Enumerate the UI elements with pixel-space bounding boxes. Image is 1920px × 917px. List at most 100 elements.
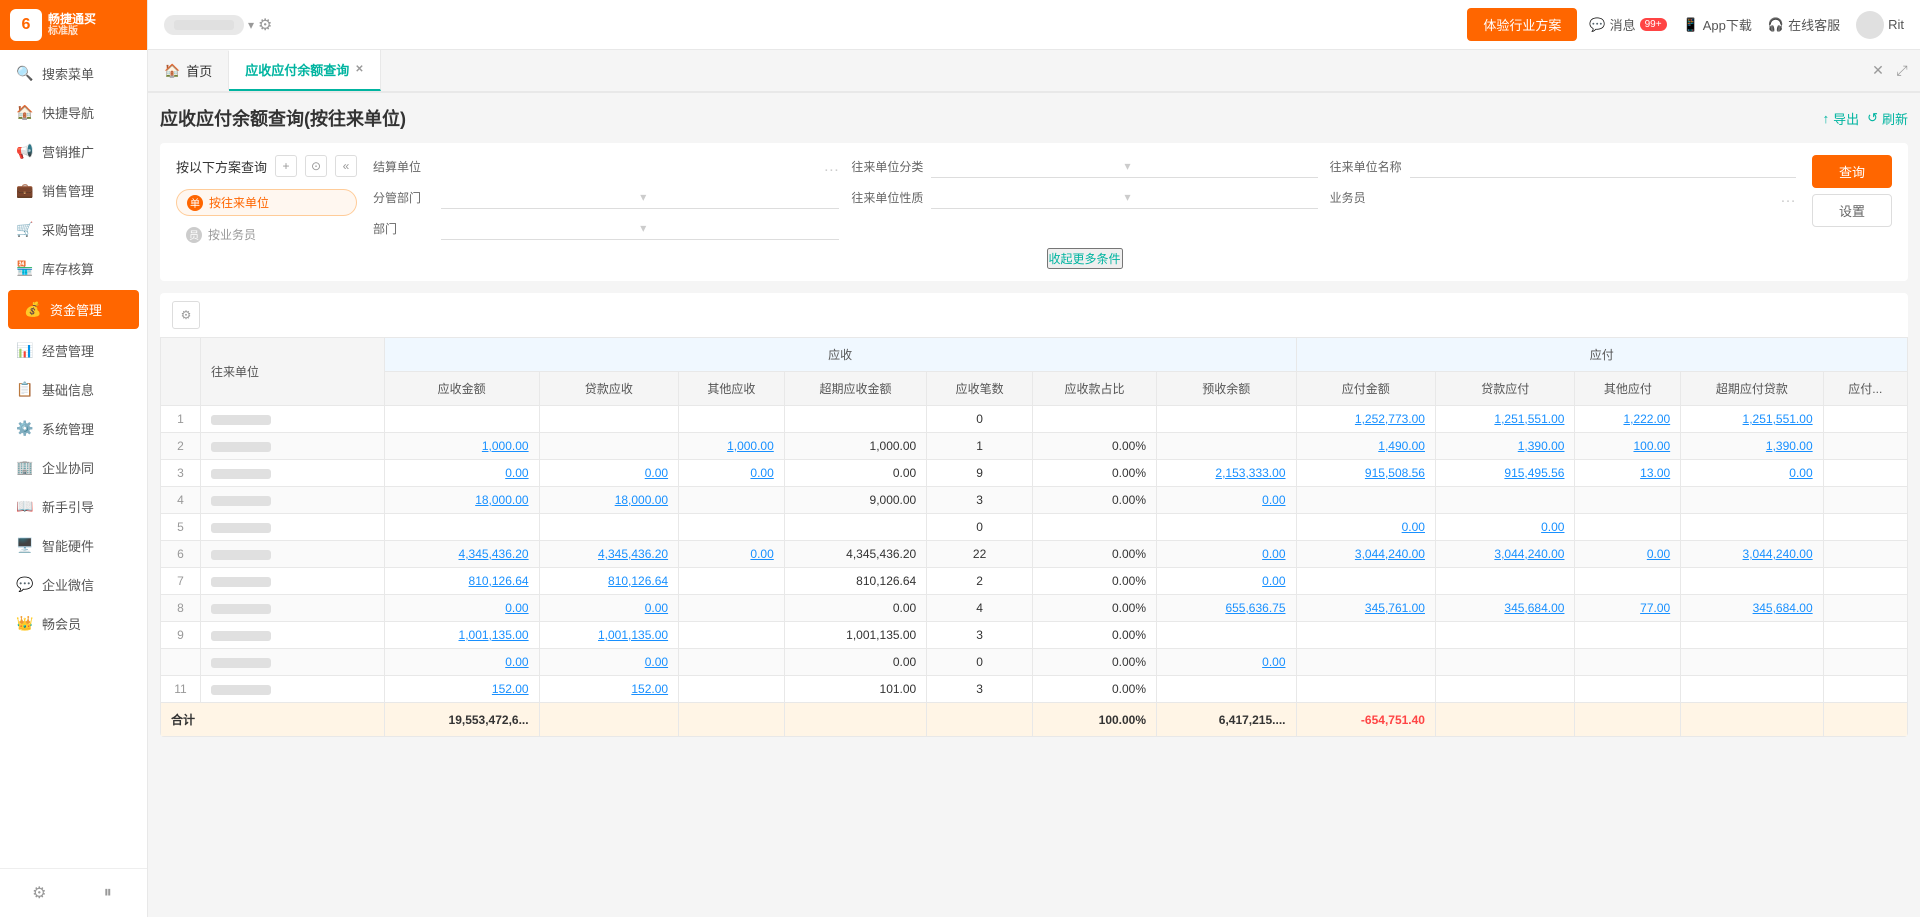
- cell-ap-overdue[interactable]: 1,251,551.00: [1681, 406, 1823, 433]
- cell-ar-amount[interactable]: 152.00: [384, 676, 539, 703]
- footer-ar-prepay[interactable]: 6,417,215....: [1157, 703, 1296, 737]
- app-download-btn[interactable]: 📱 App下载: [1683, 15, 1752, 34]
- cell-ar-other[interactable]: 0.00: [679, 541, 785, 568]
- cell-ap-amount[interactable]: 345,761.00: [1296, 595, 1435, 622]
- dept-select[interactable]: ▾: [441, 186, 839, 209]
- cell-ap-other[interactable]: 13.00: [1575, 460, 1681, 487]
- cell-ar-prepay[interactable]: 0.00: [1157, 541, 1296, 568]
- filter-scheme-salesman[interactable]: 员 按业务员: [176, 222, 357, 247]
- sidebar-item-system[interactable]: ⚙️系统管理: [0, 409, 147, 448]
- cell-ar-loan[interactable]: 1,001,135.00: [539, 622, 678, 649]
- refresh-btn[interactable]: ↺ 刷新: [1867, 109, 1908, 128]
- cell-ap-loan[interactable]: 1,390.00: [1435, 433, 1574, 460]
- cell-ar-loan[interactable]: 4,345,436.20: [539, 541, 678, 568]
- window-expand-btn[interactable]: ⤢: [1892, 61, 1912, 81]
- cell-ar-loan[interactable]: 152.00: [539, 676, 678, 703]
- sidebar-item-hardware[interactable]: 🖥️智能硬件: [0, 526, 147, 565]
- salesman-dots[interactable]: …: [1780, 189, 1796, 207]
- sidebar-item-purchase[interactable]: 🛒采购管理: [0, 210, 147, 249]
- export-btn[interactable]: ↑ 导出: [1823, 109, 1860, 128]
- cell-ar-amount[interactable]: 810,126.64: [384, 568, 539, 595]
- cell-ar-other[interactable]: 0.00: [679, 460, 785, 487]
- filter-scheme-unit[interactable]: 单 按往来单位: [176, 189, 357, 216]
- sidebar-item-sales[interactable]: 💼销售管理: [0, 171, 147, 210]
- sub-dept-select[interactable]: ▾: [441, 217, 839, 240]
- setup-btn[interactable]: 设置: [1812, 194, 1892, 227]
- query-btn[interactable]: 查询: [1812, 155, 1892, 188]
- cell-ar-prepay[interactable]: 655,636.75: [1157, 595, 1296, 622]
- footer-ar-total[interactable]: 19,553,472,6...: [384, 703, 539, 737]
- cell-ar-loan[interactable]: 810,126.64: [539, 568, 678, 595]
- cell-ar-amount[interactable]: 0.00: [384, 460, 539, 487]
- cell-ar-prepay[interactable]: 0.00: [1157, 568, 1296, 595]
- cell-ap-amount[interactable]: 3,044,240.00: [1296, 541, 1435, 568]
- sidebar-item-wechat[interactable]: 💬企业微信: [0, 565, 147, 604]
- cell-ar-prepay[interactable]: 2,153,333.00: [1157, 460, 1296, 487]
- sidebar-item-corp[interactable]: 🏢企业协同: [0, 448, 147, 487]
- tab-close-icon[interactable]: ✕: [355, 64, 363, 75]
- cell-ar-loan[interactable]: 0.00: [539, 460, 678, 487]
- cell-ap-loan[interactable]: 345,684.00: [1435, 595, 1574, 622]
- cell-ap-other[interactable]: 100.00: [1575, 433, 1681, 460]
- sidebar-item-search[interactable]: 🔍搜索菜单: [0, 54, 147, 93]
- sidebar-item-inventory[interactable]: 🏪库存核算: [0, 249, 147, 288]
- unit-category-select[interactable]: ▾: [931, 155, 1317, 178]
- cell-ar-prepay[interactable]: 0.00: [1157, 487, 1296, 514]
- filter-collapse-btn[interactable]: 收起更多条件: [1047, 248, 1123, 269]
- filter-add-btn[interactable]: +: [275, 155, 297, 177]
- sidebar-item-operation[interactable]: 📊经营管理: [0, 331, 147, 370]
- cell-ap-loan[interactable]: 915,495.56: [1435, 460, 1574, 487]
- cell-ap-other[interactable]: 1,222.00: [1575, 406, 1681, 433]
- cell-ap-amount[interactable]: 1,252,773.00: [1296, 406, 1435, 433]
- sidebar-item-member[interactable]: 👑畅会员: [0, 604, 147, 643]
- cell-ap-overdue[interactable]: 3,044,240.00: [1681, 541, 1823, 568]
- search-icon: 🔍: [16, 65, 34, 82]
- cell-ar-loan[interactable]: 18,000.00: [539, 487, 678, 514]
- filter-settings-btn[interactable]: ⊙: [305, 155, 327, 177]
- user-area[interactable]: Rit: [1856, 11, 1904, 39]
- cell-ar-prepay[interactable]: 0.00: [1157, 649, 1296, 676]
- cell-ar-amount[interactable]: 0.00: [384, 595, 539, 622]
- settings-icon[interactable]: ⚙: [258, 15, 272, 35]
- cell-ap-amount[interactable]: 1,490.00: [1296, 433, 1435, 460]
- cell-ap-loan[interactable]: 3,044,240.00: [1435, 541, 1574, 568]
- sidebar-collapse-btn[interactable]: ⏸: [77, 877, 140, 909]
- cell-ap-overdue[interactable]: 0.00: [1681, 460, 1823, 487]
- cell-ar-loan[interactable]: 0.00: [539, 595, 678, 622]
- sidebar-item-base[interactable]: 📋基础信息: [0, 370, 147, 409]
- unit-nature-select[interactable]: ▾: [931, 186, 1317, 209]
- window-close-btn[interactable]: ✕: [1868, 61, 1888, 81]
- table-settings-btn[interactable]: ⚙: [172, 301, 200, 329]
- sidebar-item-guide[interactable]: 📖新手引导: [0, 487, 147, 526]
- filter-collapse-left-btn[interactable]: «: [335, 155, 357, 177]
- message-btn[interactable]: 💬 消息 99+: [1589, 15, 1666, 34]
- sidebar-settings-btn[interactable]: ⚙: [8, 877, 71, 909]
- table-row: 2 1,000.00 1,000.00 1,000.00 1 0.00% 1,4…: [161, 433, 1908, 460]
- cell-ap-other[interactable]: 0.00: [1575, 541, 1681, 568]
- settlement-dots[interactable]: …: [823, 158, 839, 176]
- footer-ap-other: [1575, 703, 1681, 737]
- sidebar-item-marketing[interactable]: 📢营销推广: [0, 132, 147, 171]
- industry-btn[interactable]: 体验行业方案: [1467, 8, 1577, 41]
- cell-ap-overdue[interactable]: 1,390.00: [1681, 433, 1823, 460]
- cell-ar-amount[interactable]: 0.00: [384, 649, 539, 676]
- service-btn[interactable]: 🎧 在线客服: [1768, 15, 1840, 34]
- sidebar-item-nav[interactable]: 🏠快捷导航: [0, 93, 147, 132]
- sidebar-item-finance[interactable]: 💰资金管理: [8, 290, 139, 329]
- cell-ar-loan[interactable]: 0.00: [539, 649, 678, 676]
- cell-ar-amount[interactable]: 1,000.00: [384, 433, 539, 460]
- cell-ap-other[interactable]: 77.00: [1575, 595, 1681, 622]
- cell-ar-other[interactable]: 1,000.00: [679, 433, 785, 460]
- cell-ap-overdue[interactable]: 345,684.00: [1681, 595, 1823, 622]
- cell-ar-amount[interactable]: 4,345,436.20: [384, 541, 539, 568]
- cell-ap-loan[interactable]: 0.00: [1435, 514, 1574, 541]
- tab-query[interactable]: 应收应付余额查询 ✕: [229, 50, 380, 91]
- cell-ap-amount[interactable]: 0.00: [1296, 514, 1435, 541]
- cell-ap-amount[interactable]: 915,508.56: [1296, 460, 1435, 487]
- unit-name-input[interactable]: [1410, 155, 1796, 178]
- cell-ap-loan[interactable]: 1,251,551.00: [1435, 406, 1574, 433]
- sidebar-label-inventory: 库存核算: [42, 259, 94, 278]
- cell-ar-amount[interactable]: 1,001,135.00: [384, 622, 539, 649]
- cell-ar-amount[interactable]: 18,000.00: [384, 487, 539, 514]
- tab-home[interactable]: 🏠 首页: [148, 51, 229, 90]
